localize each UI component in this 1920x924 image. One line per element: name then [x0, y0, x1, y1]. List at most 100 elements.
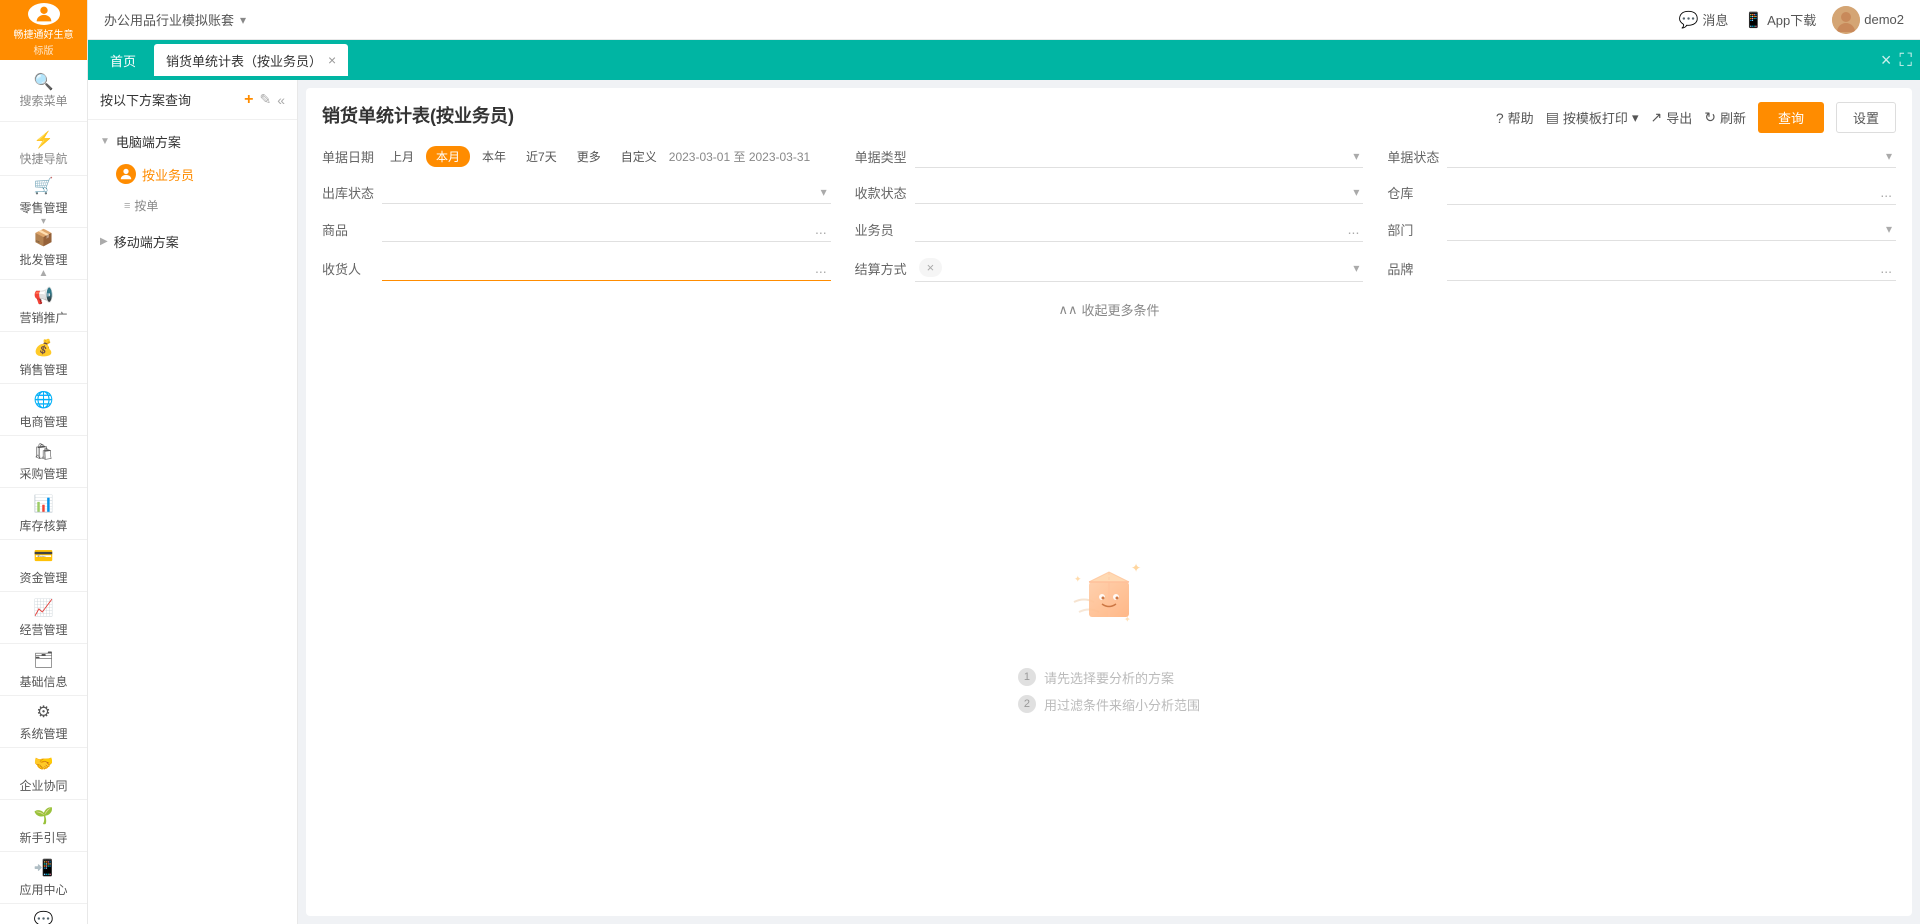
- scheme-item-salesperson[interactable]: 按业务员: [88, 157, 297, 191]
- filter-date-item: 单据日期 上月 本月 本年 近7天 更多 自定义 2023-03-01 至 20…: [322, 146, 831, 167]
- query-button[interactable]: 查询: [1758, 102, 1824, 133]
- warehouse-control[interactable]: ...: [1447, 180, 1896, 205]
- inventory-icon: 📊: [34, 494, 54, 514]
- print-icon: ▤: [1546, 109, 1559, 126]
- sidebar-item-appcenter[interactable]: 📲 应用中心: [0, 852, 87, 904]
- sidebar-item-sales[interactable]: 💰 销售管理: [0, 332, 87, 384]
- filter-row-2: 出库状态 ▾ 收款状态 ▾ 仓库: [322, 180, 1896, 205]
- sidebar-item-marketing[interactable]: 📢 营销推广: [0, 280, 87, 332]
- doctype-control[interactable]: ▾: [915, 145, 1364, 168]
- date-this-month-btn[interactable]: 本月: [426, 146, 470, 167]
- brand-control[interactable]: ...: [1447, 256, 1896, 281]
- paystatus-control[interactable]: ▾: [915, 181, 1364, 204]
- wholesale-label: 批发管理: [19, 251, 67, 268]
- app-download-btn[interactable]: 📱 App下载: [1744, 10, 1816, 29]
- sidebar-item-ecommerce[interactable]: 🌐 电商管理: [0, 384, 87, 436]
- message-icon: 💬: [1678, 10, 1698, 30]
- inventory-label: 库存核算: [19, 517, 67, 534]
- tab-active-label: 销货单统计表（按业务员）: [166, 51, 322, 70]
- appcenter-label: 应用中心: [19, 881, 67, 898]
- outstatus-label: 出库状态: [322, 183, 382, 202]
- help-icon: ?: [1496, 110, 1504, 126]
- right-panel: 销货单统计表(按业务员) ? 帮助 ▤ 按模板打印 ▾ ↗ 导出: [306, 88, 1912, 916]
- export-btn[interactable]: ↗ 导出: [1650, 108, 1692, 127]
- newbie-label: 新手引导: [19, 829, 67, 846]
- salesperson-ellipsis-icon: ...: [1348, 221, 1360, 237]
- panel-header-actions: + ✎ «: [244, 91, 285, 109]
- outstatus-control[interactable]: ▾: [382, 181, 831, 204]
- tab-close-icon[interactable]: ×: [328, 53, 336, 67]
- filter-row-1: 单据日期 上月 本月 本年 近7天 更多 自定义 2023-03-01 至 20…: [322, 145, 1896, 168]
- sidebar-item-wechat[interactable]: 💬 企业微信: [0, 904, 87, 924]
- scheme-active-icon: [116, 164, 136, 184]
- tab-home[interactable]: 首页: [96, 45, 150, 76]
- appcenter-icon: 📲: [34, 858, 54, 878]
- sidebar-item-finance[interactable]: 💳 资金管理: [0, 540, 87, 592]
- user-profile-btn[interactable]: demo2: [1832, 6, 1904, 34]
- add-scheme-icon[interactable]: +: [244, 91, 253, 109]
- scheme-item-label: 按业务员: [142, 165, 194, 184]
- main-area: 办公用品行业模拟账套 ▾ 💬 消息 📱 App下载 demo2: [88, 0, 1920, 924]
- date-this-year-btn[interactable]: 本年: [474, 146, 514, 167]
- sidebar-item-retail[interactable]: 🛒 零售管理 ▾: [0, 176, 87, 228]
- sidebar-item-purchase[interactable]: 🛍 采购管理: [0, 436, 87, 488]
- docstatus-dropdown-icon: ▾: [1886, 149, 1892, 163]
- sales-label: 销售管理: [19, 361, 67, 378]
- step-1-num: 1: [1018, 668, 1036, 686]
- tab-bar-actions: × ⛶: [1881, 50, 1912, 71]
- docstatus-control[interactable]: ▾: [1447, 145, 1896, 168]
- sidebar-item-inventory[interactable]: 📊 库存核算: [0, 488, 87, 540]
- settlement-control[interactable]: × ▾: [915, 254, 1364, 282]
- purchase-label: 采购管理: [19, 465, 67, 482]
- account-name: 办公用品行业模拟账套: [104, 10, 234, 29]
- filter-department-item: 部门 ▾: [1387, 218, 1896, 241]
- refresh-btn[interactable]: ↻ 刷新: [1704, 108, 1746, 127]
- sidebar-item-enterprise[interactable]: 🤝 企业协同: [0, 748, 87, 800]
- date-7days-btn[interactable]: 近7天: [518, 146, 565, 167]
- tab-active[interactable]: 销货单统计表（按业务员） ×: [154, 44, 348, 76]
- wholesale-icon: 📦: [34, 228, 54, 248]
- sidebar-item-ops[interactable]: 📈 经营管理: [0, 592, 87, 644]
- left-panel: 按以下方案查询 + ✎ « ▼ 电脑端方案 按业务员: [88, 80, 298, 924]
- settings-button[interactable]: 设置: [1836, 102, 1896, 133]
- print-dropdown-icon: ▾: [1632, 110, 1639, 126]
- mobile-group-arrow-icon: ▶: [100, 236, 108, 247]
- sub-item-icon: ≡: [124, 200, 130, 212]
- top-bar-right: 💬 消息 📱 App下载 demo2: [1678, 6, 1904, 34]
- collapse-panel-icon[interactable]: «: [277, 92, 285, 108]
- search-menu-item[interactable]: 🔍 搜索菜单: [0, 60, 87, 122]
- brand-ellipsis-icon: ...: [1880, 260, 1892, 276]
- step-2-text: 用过滤条件来缩小分析范围: [1044, 695, 1200, 714]
- settlement-clear-icon[interactable]: ×: [927, 260, 935, 275]
- window-close-icon[interactable]: ×: [1881, 50, 1892, 71]
- date-more-btn[interactable]: 更多: [569, 146, 609, 167]
- edit-scheme-icon[interactable]: ✎: [259, 91, 271, 108]
- settlement-clear-tag: ×: [919, 258, 943, 277]
- desktop-scheme-section: ▼ 电脑端方案 按业务员 ≡ 按单: [88, 120, 297, 226]
- system-label: 系统管理: [19, 725, 67, 742]
- desktop-scheme-group[interactable]: ▼ 电脑端方案: [88, 126, 297, 157]
- filter-outstatus-item: 出库状态 ▾: [322, 181, 831, 204]
- quick-nav-item[interactable]: ⚡ 快捷导航: [0, 122, 87, 176]
- doctype-dropdown-icon: ▾: [1353, 149, 1359, 163]
- department-control[interactable]: ▾: [1447, 218, 1896, 241]
- scheme-sub-item[interactable]: ≡ 按单: [88, 191, 297, 220]
- sidebar-item-wholesale[interactable]: 📦 批发管理 ▲: [0, 228, 87, 280]
- consignee-control[interactable]: ...: [382, 256, 831, 281]
- sidebar-item-newbie[interactable]: 🌱 新手引导: [0, 800, 87, 852]
- desktop-scheme-label: 电脑端方案: [116, 132, 181, 151]
- collapse-btn[interactable]: ∧∧ 收起更多条件: [1058, 300, 1159, 319]
- sidebar-item-basic[interactable]: 🗂 基础信息: [0, 644, 87, 696]
- department-dropdown-icon: ▾: [1886, 222, 1892, 236]
- date-custom-btn[interactable]: 自定义: [613, 146, 665, 167]
- salesperson-control[interactable]: ...: [915, 217, 1364, 242]
- account-dropdown[interactable]: ▾: [240, 13, 246, 27]
- print-btn[interactable]: ▤ 按模板打印 ▾: [1546, 108, 1639, 127]
- sidebar-item-system[interactable]: ⚙ 系统管理: [0, 696, 87, 748]
- help-btn[interactable]: ? 帮助: [1496, 108, 1534, 127]
- message-btn[interactable]: 💬 消息: [1678, 10, 1728, 30]
- mobile-scheme-group[interactable]: ▶ 移动端方案: [88, 226, 297, 257]
- date-last-month-btn[interactable]: 上月: [382, 146, 422, 167]
- window-expand-icon[interactable]: ⛶: [1899, 50, 1912, 71]
- goods-control[interactable]: ...: [382, 217, 831, 242]
